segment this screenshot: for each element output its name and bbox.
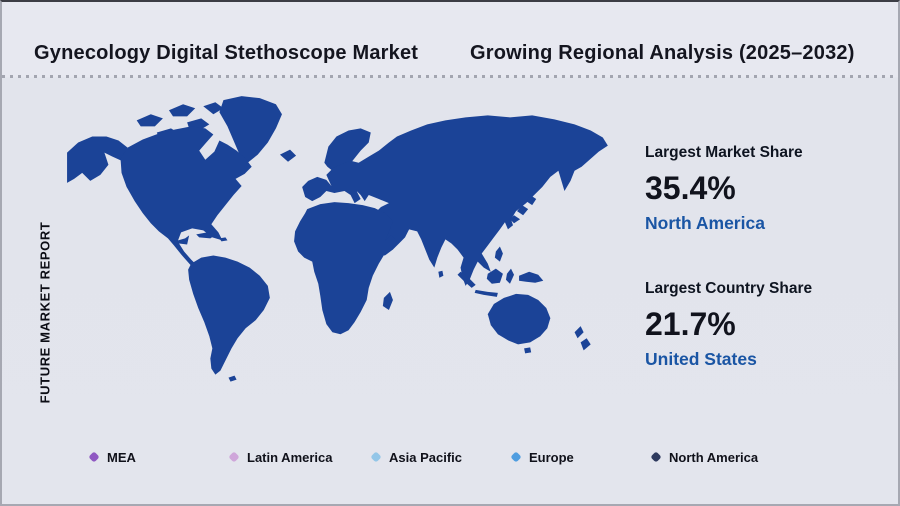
legend-dot-icon (228, 451, 240, 463)
legend-label: Latin America (247, 449, 333, 465)
legend-item-mea: MEA (88, 446, 136, 468)
legend-item-north-america: North America (650, 446, 759, 468)
page-subtitle: Growing Regional Analysis (2025–2032) (470, 42, 855, 64)
stat-value: 35.4% (645, 170, 736, 206)
legend-label: Asia Pacific (389, 449, 462, 465)
legend-item-europe: Europe (510, 446, 574, 468)
map-legend: MEA Latin America Asia Pacific Europe No… (2, 446, 898, 472)
legend-item-asia-pacific: Asia Pacific (370, 446, 462, 468)
brand-vertical-label: FUTURE MARKET REPORT (37, 221, 53, 404)
legend-label: North America (669, 449, 759, 465)
legend-item-latin-america: Latin America (228, 446, 333, 468)
legend-label: MEA (107, 449, 136, 465)
page-title: Gynecology Digital Stethoscope Market (34, 42, 419, 64)
stat-largest-market-share: Largest Market Share 35.4% North America (645, 144, 885, 234)
stat-value: 21.7% (645, 306, 736, 342)
world-map-svg (67, 96, 608, 382)
stat-label: Largest Country Share (645, 280, 813, 297)
legend-dot-icon (650, 451, 662, 463)
stats-panel: Largest Market Share 35.4% North America… (645, 144, 885, 416)
infographic-frame: Gynecology Digital Stethoscope Market Gr… (0, 0, 900, 506)
stat-largest-country-share: Largest Country Share 21.7% United State… (645, 280, 885, 370)
stat-region: North America (645, 213, 765, 233)
legend-dot-icon (510, 451, 522, 463)
stat-label: Largest Market Share (645, 144, 803, 161)
dotted-divider (2, 75, 898, 78)
legend-label: Europe (529, 449, 574, 465)
legend-dot-icon (88, 451, 100, 463)
world-map (60, 90, 625, 408)
legend-dot-icon (370, 451, 382, 463)
stat-region: United States (645, 349, 757, 369)
